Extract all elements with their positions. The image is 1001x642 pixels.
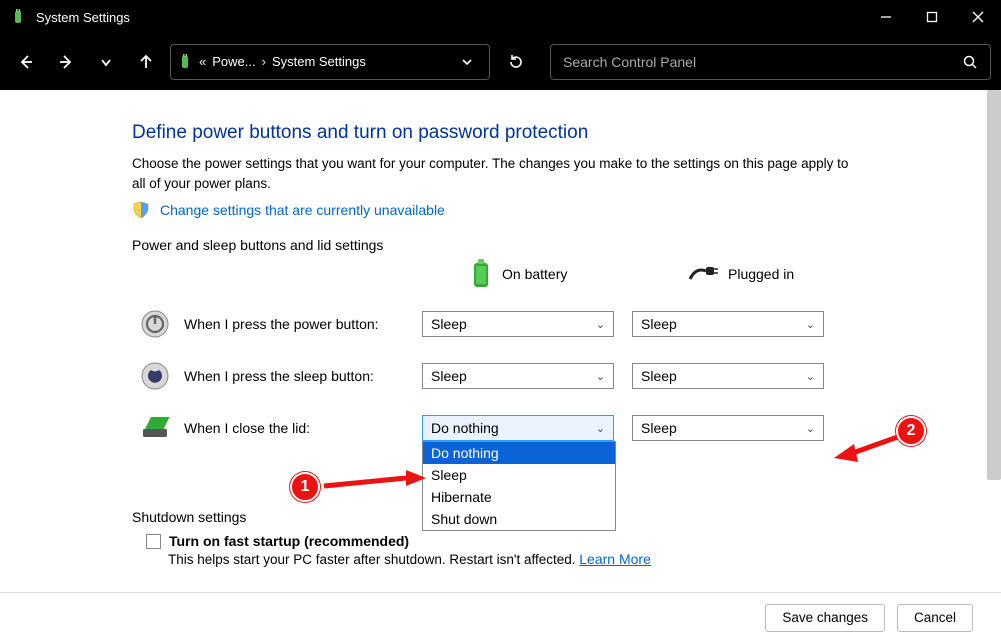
- select-power-battery-value: Sleep: [431, 316, 467, 332]
- chevron-down-icon: ⌄: [806, 370, 815, 383]
- breadcrumb-part1[interactable]: Powe...: [212, 54, 255, 69]
- select-lid-plugged[interactable]: Sleep ⌄: [632, 415, 824, 441]
- select-power-plugged-value: Sleep: [641, 316, 677, 332]
- sleep-button-icon: [138, 359, 172, 393]
- row-lid-label: When I close the lid:: [184, 420, 310, 436]
- select-lid-plugged-value: Sleep: [641, 420, 677, 436]
- window-controls: [863, 0, 1001, 34]
- option-do-nothing[interactable]: Do nothing: [423, 442, 615, 464]
- change-settings-link[interactable]: Change settings that are currently unava…: [160, 202, 445, 218]
- option-hibernate[interactable]: Hibernate: [423, 486, 615, 508]
- select-sleep-plugged-value: Sleep: [641, 368, 677, 384]
- app-icon: [10, 9, 26, 25]
- page-description: Choose the power settings that you want …: [132, 154, 852, 193]
- breadcrumb-expand[interactable]: [451, 56, 483, 68]
- learn-more-link[interactable]: Learn More: [579, 551, 651, 567]
- annotation-badge-1: 1: [290, 472, 320, 502]
- up-button[interactable]: [126, 42, 166, 82]
- scrollbar-thumb[interactable]: [987, 90, 1001, 480]
- toolbar: « Powe... › System Settings Search Contr…: [0, 34, 1001, 90]
- cancel-button[interactable]: Cancel: [897, 604, 973, 632]
- select-lid-battery-value: Do nothing: [431, 420, 499, 436]
- annotation-badge-2: 2: [896, 416, 926, 446]
- recent-locations-button[interactable]: [86, 42, 126, 82]
- select-power-battery[interactable]: Sleep ⌄: [422, 311, 614, 337]
- breadcrumb-prefix: «: [199, 54, 206, 69]
- select-lid-battery-dropdown: Do nothing Sleep Hibernate Shut down: [422, 441, 616, 531]
- column-on-battery: On battery: [422, 259, 632, 289]
- content-viewport: Define power buttons and turn on passwor…: [0, 90, 1001, 642]
- chevron-down-icon: ⌄: [596, 318, 605, 331]
- plug-icon: [688, 265, 718, 283]
- fast-startup-help: This helps start your PC faster after sh…: [168, 551, 961, 567]
- column-on-battery-label: On battery: [502, 266, 567, 282]
- breadcrumb-part2[interactable]: System Settings: [272, 54, 366, 69]
- search-input[interactable]: Search Control Panel: [550, 44, 991, 80]
- power-button-icon: [138, 307, 172, 341]
- save-changes-button[interactable]: Save changes: [765, 604, 885, 632]
- titlebar: System Settings: [0, 0, 1001, 34]
- option-shut-down[interactable]: Shut down: [423, 508, 615, 530]
- chevron-down-icon: ⌄: [596, 370, 605, 383]
- close-button[interactable]: [955, 0, 1001, 34]
- search-placeholder: Search Control Panel: [563, 54, 962, 70]
- chevron-down-icon: ⌄: [596, 422, 605, 435]
- fast-startup-help-text: This helps start your PC faster after sh…: [168, 552, 579, 567]
- breadcrumb-separator: ›: [262, 54, 266, 69]
- shield-icon: [132, 201, 150, 219]
- maximize-button[interactable]: [909, 0, 955, 34]
- refresh-button[interactable]: [494, 53, 538, 71]
- column-plugged-in: Plugged in: [632, 265, 842, 283]
- select-sleep-battery-value: Sleep: [431, 368, 467, 384]
- select-sleep-plugged[interactable]: Sleep ⌄: [632, 363, 824, 389]
- back-button[interactable]: [6, 42, 46, 82]
- option-sleep[interactable]: Sleep: [423, 464, 615, 486]
- fast-startup-checkbox[interactable]: [146, 534, 161, 549]
- annotation-arrow-1: [320, 468, 428, 498]
- select-sleep-battery[interactable]: Sleep ⌄: [422, 363, 614, 389]
- fast-startup-label: Turn on fast startup (recommended): [169, 533, 409, 549]
- search-icon: [962, 54, 978, 70]
- column-plugged-in-label: Plugged in: [728, 266, 794, 282]
- power-plan-icon: [177, 54, 193, 70]
- window-title: System Settings: [36, 10, 863, 25]
- minimize-button[interactable]: [863, 0, 909, 34]
- page-heading: Define power buttons and turn on passwor…: [132, 122, 961, 144]
- breadcrumb-bar[interactable]: « Powe... › System Settings: [170, 44, 490, 80]
- chevron-down-icon: ⌄: [806, 318, 815, 331]
- forward-button[interactable]: [46, 42, 86, 82]
- footer: Save changes Cancel: [0, 592, 1001, 642]
- row-power-label: When I press the power button:: [184, 316, 379, 332]
- lid-icon: [138, 411, 172, 445]
- select-power-plugged[interactable]: Sleep ⌄: [632, 311, 824, 337]
- chevron-down-icon: ⌄: [806, 422, 815, 435]
- select-lid-battery[interactable]: Do nothing⌄ Do nothing Sleep Hibernate S…: [422, 415, 614, 441]
- battery-icon: [470, 259, 492, 289]
- row-sleep-label: When I press the sleep button:: [184, 368, 374, 384]
- section-power-label: Power and sleep buttons and lid settings: [132, 237, 961, 253]
